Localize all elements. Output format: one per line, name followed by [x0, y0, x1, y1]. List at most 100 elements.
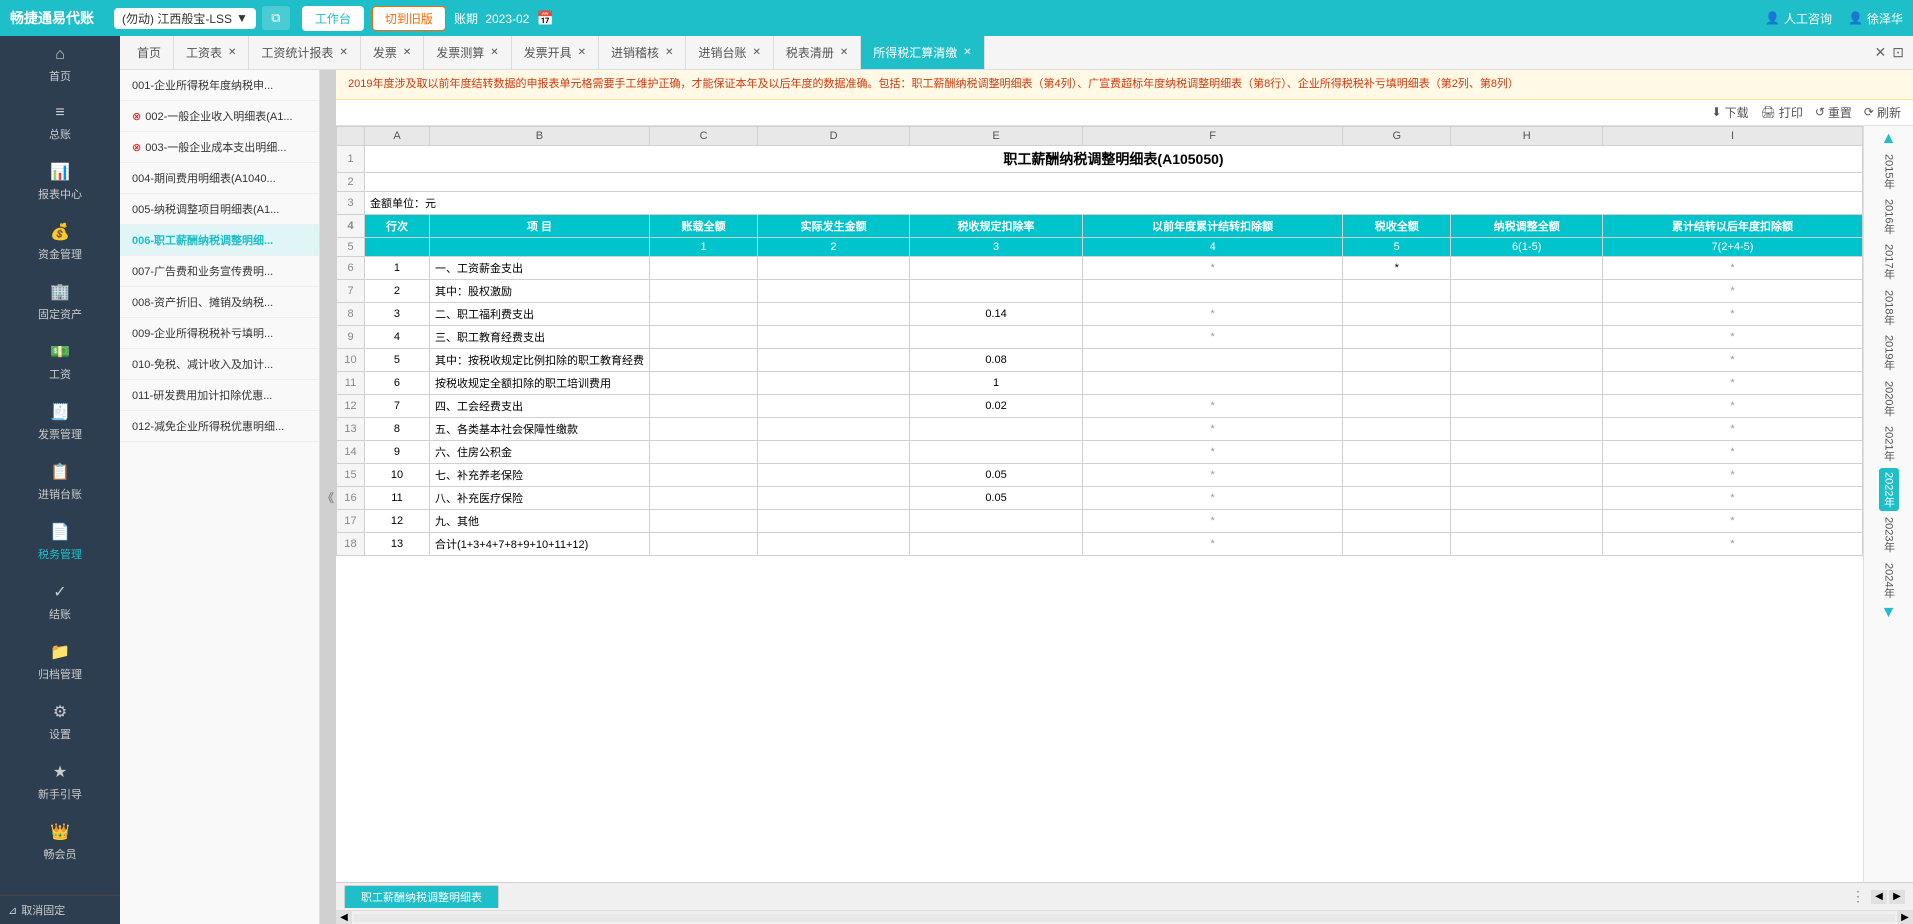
cell-c1[interactable]	[649, 440, 757, 463]
tab-发票[interactable]: 发票✕	[361, 36, 424, 70]
tab-工资统计报表[interactable]: 工资统计报表✕	[249, 36, 360, 70]
reset-button[interactable]: ↺ 重置	[1815, 104, 1852, 121]
cell-c1[interactable]	[649, 417, 757, 440]
sidebar-item-fixed-assets[interactable]: 🏢 固定资产	[0, 272, 120, 332]
year-item-2018年[interactable]: 2018年	[1879, 286, 1899, 329]
maximize-button[interactable]: ⊡	[1892, 44, 1904, 61]
cell-c5[interactable]	[1343, 532, 1451, 555]
scroll-right-button[interactable]: ▶	[1897, 911, 1913, 924]
sidebar-item-asset-mgmt[interactable]: 💰 资金管理	[0, 212, 120, 272]
form-item-002[interactable]: ⊗002-一般企业收入明细表(A1...	[120, 101, 319, 132]
cell-c3[interactable]	[909, 440, 1082, 463]
cell-c5[interactable]	[1343, 440, 1451, 463]
horizontal-scrollbar[interactable]: ◀ ▶	[336, 910, 1913, 924]
cell-c5[interactable]: *	[1343, 256, 1451, 279]
cell-c2[interactable]	[758, 417, 910, 440]
cell-c6[interactable]	[1451, 532, 1603, 555]
form-item-012[interactable]: 012-减免企业所得税优惠明细...	[120, 411, 319, 442]
cell-c1[interactable]	[649, 256, 757, 279]
tab-close-icon[interactable]: ✕	[963, 47, 971, 58]
cell-c3[interactable]	[909, 279, 1082, 302]
cell-c3[interactable]	[909, 417, 1082, 440]
form-item-007[interactable]: 007-广告费和业务宣传费明...	[120, 256, 319, 287]
cell-c2[interactable]	[758, 509, 910, 532]
tab-进销台账[interactable]: 进销台账✕	[686, 36, 773, 70]
cell-c2[interactable]	[758, 348, 910, 371]
cell-c6[interactable]	[1451, 325, 1603, 348]
cell-c2[interactable]	[758, 394, 910, 417]
cancel-fixed-button[interactable]: ⊿ 取消固定	[0, 895, 120, 924]
tab-首页[interactable]: 首页	[125, 36, 174, 70]
tab-所得税汇算清缴[interactable]: 所得税汇算清缴✕	[861, 36, 984, 70]
cell-c6[interactable]	[1451, 256, 1603, 279]
cell-c3[interactable]: 0.05	[909, 463, 1082, 486]
tab-close-icon[interactable]: ✕	[752, 47, 760, 58]
cell-c3[interactable]: 0.05	[909, 486, 1082, 509]
year-down-button[interactable]: ▼	[1881, 604, 1897, 622]
sheet-tab-职工薪酬纳税调整明细表[interactable]: 职工薪酬纳税调整明细表	[344, 885, 499, 908]
year-item-2019年[interactable]: 2019年	[1879, 331, 1899, 374]
cell-c5[interactable]	[1343, 463, 1451, 486]
cell-c1[interactable]	[649, 394, 757, 417]
tab-close-icon[interactable]: ✕	[665, 47, 673, 58]
cell-c3[interactable]: 0.14	[909, 302, 1082, 325]
tab-close-icon[interactable]: ✕	[490, 47, 498, 58]
sidebar-item-report-center[interactable]: 📊 报表中心	[0, 152, 120, 212]
workspace-button[interactable]: 工作台	[302, 6, 364, 31]
cell-c5[interactable]	[1343, 509, 1451, 532]
sidebar-item-home[interactable]: ⌂ 首页	[0, 36, 120, 94]
sidebar-item-tax-mgmt[interactable]: 📄 税务管理	[0, 512, 120, 572]
cell-c2[interactable]	[758, 486, 910, 509]
cell-c3[interactable]: 0.08	[909, 348, 1082, 371]
cell-c6[interactable]	[1451, 486, 1603, 509]
cell-c6[interactable]	[1451, 394, 1603, 417]
sidebar-item-settings[interactable]: ⚙ 设置	[0, 692, 120, 752]
company-selector[interactable]: (勿动) 江西般宝-LSS ▼	[114, 8, 256, 29]
sidebar-item-archive-mgmt[interactable]: 📁 归档管理	[0, 632, 120, 692]
cell-c2[interactable]	[758, 532, 910, 555]
cell-c2[interactable]	[758, 325, 910, 348]
tab-close-icon[interactable]: ✕	[403, 47, 411, 58]
user-profile[interactable]: 👤 徐泽华	[1848, 10, 1903, 27]
cell-c6[interactable]	[1451, 440, 1603, 463]
cell-c3[interactable]: 0.02	[909, 394, 1082, 417]
cell-c6[interactable]	[1451, 509, 1603, 532]
tab-进销稽核[interactable]: 进销稽核✕	[599, 36, 686, 70]
sidebar-item-settlement[interactable]: ✓ 结账	[0, 572, 120, 632]
sheet-menu-icon[interactable]: ⋮	[1851, 888, 1865, 905]
scroll-left-button[interactable]: ◀	[336, 911, 352, 924]
cell-c5[interactable]	[1343, 371, 1451, 394]
year-item-2017年[interactable]: 2017年	[1879, 240, 1899, 283]
cell-c3[interactable]	[909, 325, 1082, 348]
cell-c1[interactable]	[649, 532, 757, 555]
tab-close-icon[interactable]: ✕	[228, 47, 236, 58]
sidebar-item-payroll[interactable]: 💵 工资	[0, 332, 120, 392]
year-item-2022年[interactable]: 2022年	[1879, 468, 1899, 511]
form-item-004[interactable]: 004-期间费用明细表(A1040...	[120, 163, 319, 194]
form-item-003[interactable]: ⊗003-一般企业成本支出明细...	[120, 132, 319, 163]
tab-close-icon[interactable]: ✕	[339, 47, 347, 58]
tab-税表清册[interactable]: 税表清册✕	[774, 36, 861, 70]
cell-c1[interactable]	[649, 302, 757, 325]
sidebar-item-invoice-mgmt[interactable]: 🧾 发票管理	[0, 392, 120, 452]
cell-c1[interactable]	[649, 486, 757, 509]
cell-c2[interactable]	[758, 463, 910, 486]
form-item-010[interactable]: 010-免税、减计收入及加计...	[120, 349, 319, 380]
cell-c3[interactable]: 1	[909, 371, 1082, 394]
copy-icon[interactable]: ⧉	[262, 6, 290, 30]
scroll-track[interactable]	[354, 914, 1895, 922]
print-button[interactable]: 🖨 打印	[1761, 104, 1803, 121]
cell-c6[interactable]	[1451, 371, 1603, 394]
cell-c2[interactable]	[758, 302, 910, 325]
cell-c3[interactable]	[909, 532, 1082, 555]
sidebar-item-member[interactable]: 👑 畅会员	[0, 812, 120, 872]
form-item-006[interactable]: 006-职工薪酬纳税调整明细...	[120, 225, 319, 256]
cell-c2[interactable]	[758, 371, 910, 394]
form-item-005[interactable]: 005-纳税调整项目明细表(A1...	[120, 194, 319, 225]
year-item-2023年[interactable]: 2023年	[1879, 513, 1899, 556]
cell-c1[interactable]	[649, 371, 757, 394]
cell-c1[interactable]	[649, 348, 757, 371]
sidebar-item-sales-ledger[interactable]: 📋 进销台账	[0, 452, 120, 512]
form-item-001[interactable]: 001-企业所得税年度纳税申...	[120, 70, 319, 101]
sheet-scroll-right[interactable]: ▶	[1889, 890, 1905, 904]
